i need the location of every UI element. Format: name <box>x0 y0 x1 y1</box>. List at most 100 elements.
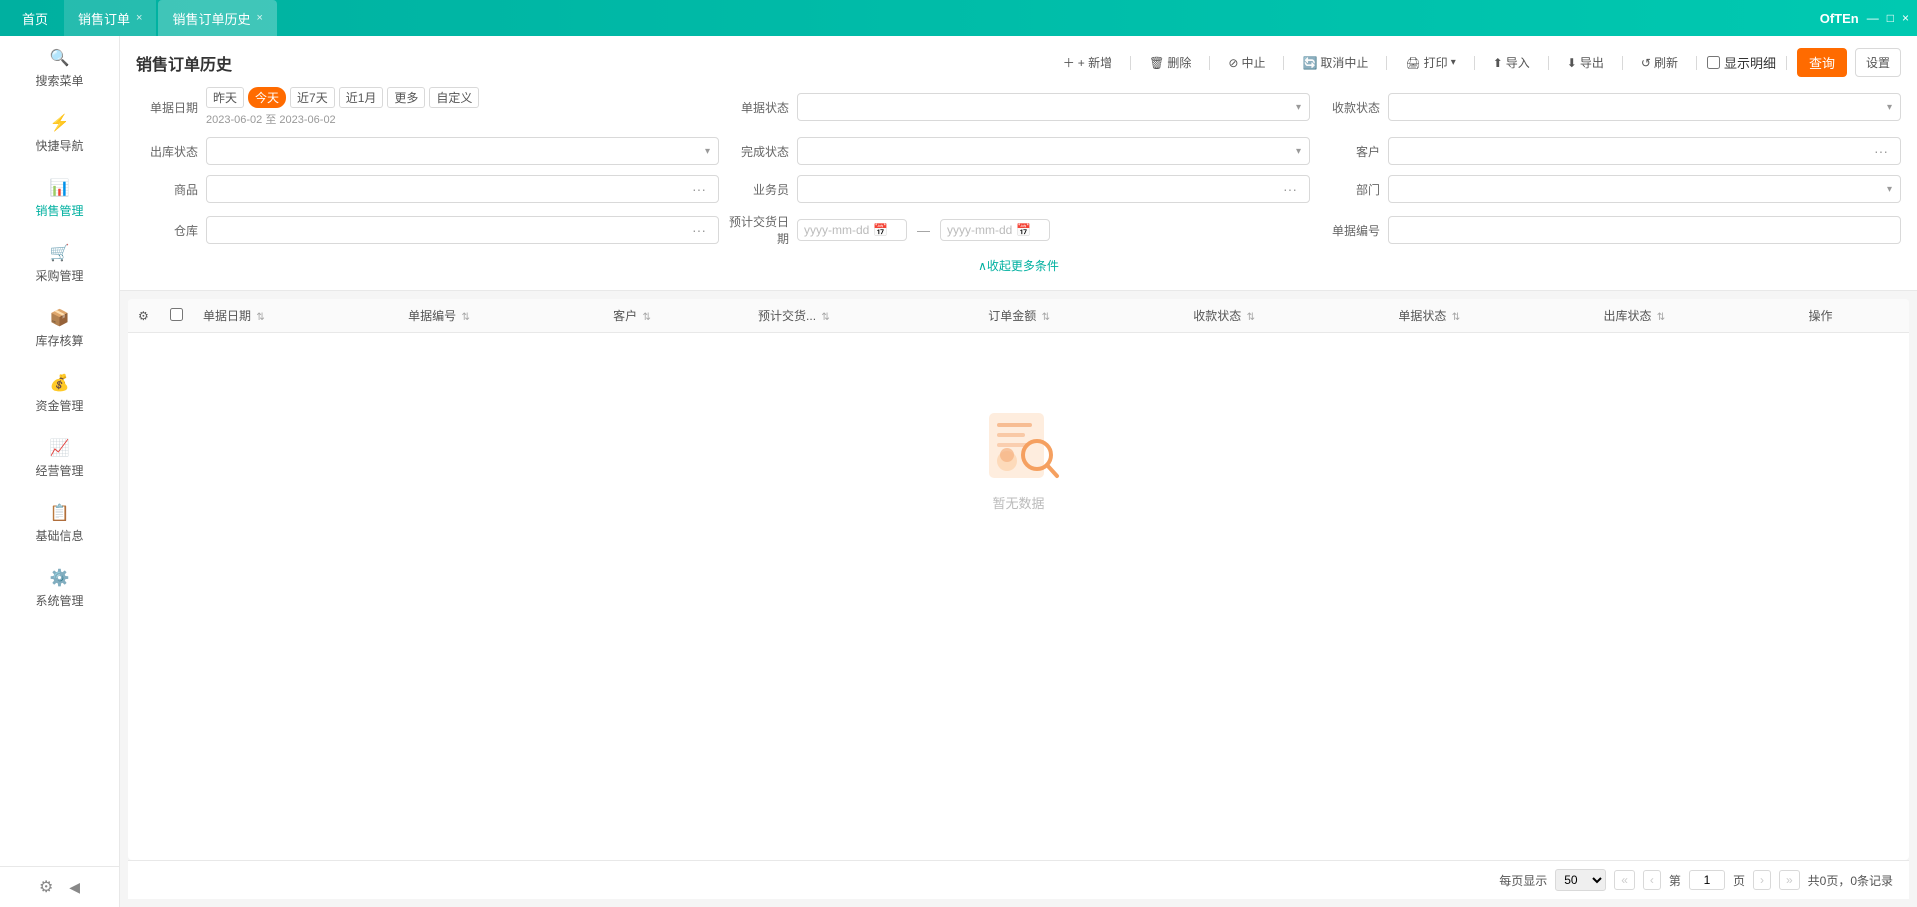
filter-area: 销售订单历史 ＋ + 新增 🗑 删除 ⊘ 中止 <box>120 36 1917 291</box>
sidebar-item-sales-mgmt[interactable]: 📊 销售管理 <box>0 166 119 231</box>
sidebar-item-sys-mgmt[interactable]: ⚙️ 系统管理 <box>0 556 119 621</box>
go-to-label: 第 <box>1669 872 1681 889</box>
customer-ellipsis[interactable]: ··· <box>1870 141 1892 161</box>
sidebar-item-basic-info[interactable]: 📋 基础信息 <box>0 491 119 556</box>
th-settings[interactable]: ⚙ <box>128 299 160 333</box>
th-action: 操作 <box>1799 299 1909 333</box>
inventory-icon: 📦 <box>50 308 70 328</box>
salesperson-label: 业务员 <box>727 181 797 198</box>
goods-field[interactable]: ··· <box>206 175 719 203</box>
delivery-date-to[interactable]: yyyy-mm-dd 📅 <box>940 219 1050 241</box>
th-date[interactable]: 单据日期 ⇅ <box>193 299 398 333</box>
tab-sales-order[interactable]: 销售订单 × <box>64 0 156 36</box>
date-btn-more[interactable]: 更多 <box>387 87 425 108</box>
receipt-status-select[interactable]: ▾ <box>1388 93 1901 121</box>
tab-home[interactable]: 首页 <box>8 0 62 36</box>
filter-row-3: 商品 ··· 业务员 ··· 部门 <box>136 175 1901 203</box>
page-title-row: 销售订单历史 ＋ + 新增 🗑 删除 ⊘ 中止 <box>136 48 1901 77</box>
settings-button[interactable]: 设置 <box>1855 48 1901 77</box>
sidebar-item-quick-nav[interactable]: ⚡ 快捷导航 <box>0 101 119 166</box>
print-button[interactable]: 🖨 打印 ▾ <box>1397 50 1463 75</box>
delete-button[interactable]: 🗑 删除 <box>1141 50 1199 75</box>
salesperson-field[interactable]: ··· <box>797 175 1310 203</box>
delivery-date-from[interactable]: yyyy-mm-dd 📅 <box>797 219 907 241</box>
cancel-stop-button[interactable]: 🔄 取消中止 <box>1294 50 1376 75</box>
goods-ellipsis[interactable]: ··· <box>688 179 710 199</box>
th-doc-status[interactable]: 单据状态 ⇅ <box>1388 299 1593 333</box>
date-btn-custom[interactable]: 自定义 <box>429 87 479 108</box>
tab-sales-order-history-close[interactable]: × <box>256 12 262 24</box>
first-page-btn[interactable]: « <box>1614 870 1635 890</box>
toolbar-divider-7 <box>1622 56 1623 70</box>
th-amount-label: 订单金额 <box>988 309 1036 323</box>
stop-label: 中止 <box>1241 54 1265 71</box>
date-btn-yesterday[interactable]: 昨天 <box>206 87 244 108</box>
sidebar: 🔍 搜索菜单 ⚡ 快捷导航 📊 销售管理 🛒 采购管理 📦 库存核算 💰 资金管… <box>0 36 120 907</box>
export-button[interactable]: ⬇ 导出 <box>1559 50 1612 75</box>
sidebar-item-inventory[interactable]: 📦 库存核算 <box>0 296 119 361</box>
brand-label: OfTEn <box>1820 11 1859 26</box>
page-input[interactable] <box>1689 870 1725 890</box>
sidebar-footer: ⚙ ◀ <box>0 866 119 907</box>
sidebar-item-purchase-mgmt[interactable]: 🛒 采购管理 <box>0 231 119 296</box>
search-menu-icon: 🔍 <box>50 48 70 68</box>
sidebar-settings-icon[interactable]: ⚙ <box>39 877 53 897</box>
stop-button[interactable]: ⊘ 中止 <box>1220 50 1273 75</box>
th-customer-sort-icon: ⇅ <box>643 312 651 323</box>
doc-status-select[interactable]: ▾ <box>797 93 1310 121</box>
empty-text: 暂无数据 <box>992 493 1044 512</box>
display-detail-checkbox[interactable] <box>1707 56 1720 69</box>
minimize-btn[interactable]: — <box>1867 11 1879 25</box>
th-outbound-status[interactable]: 出库状态 ⇅ <box>1593 299 1798 333</box>
sidebar-item-operations-label: 经营管理 <box>35 462 83 479</box>
restore-btn[interactable]: □ <box>1887 11 1894 25</box>
date-btn-1month[interactable]: 近1月 <box>339 87 384 108</box>
select-all-checkbox[interactable] <box>170 308 183 321</box>
dept-select[interactable]: ▾ <box>1388 175 1901 203</box>
complete-label: 完成状态 <box>727 143 797 160</box>
next-page-btn[interactable]: › <box>1753 870 1771 890</box>
close-btn[interactable]: × <box>1902 11 1909 25</box>
display-detail-label: 显示明细 <box>1724 53 1776 72</box>
receipt-status-arrow: ▾ <box>1887 102 1892 113</box>
collapse-row[interactable]: ∧ 收起更多条件 <box>136 253 1901 278</box>
doc-num-field[interactable] <box>1388 216 1901 244</box>
salesperson-ellipsis[interactable]: ··· <box>1279 179 1301 199</box>
receipt-status-filter-cell: 收款状态 ▾ <box>1318 87 1901 127</box>
sidebar-collapse-icon[interactable]: ◀ <box>69 879 80 896</box>
new-button[interactable]: ＋ + 新增 <box>1055 50 1120 75</box>
outbound-select[interactable]: ▾ <box>206 137 719 165</box>
customer-filter-cell: 客户 ··· <box>1318 137 1901 165</box>
doc-num-input[interactable] <box>1397 223 1892 237</box>
date-btn-today[interactable]: 今天 <box>248 87 286 108</box>
th-delivery-date[interactable]: 预计交货... ⇅ <box>748 299 978 333</box>
tab-sales-order-history[interactable]: 销售订单历史 × <box>158 0 276 36</box>
th-check[interactable] <box>160 299 193 333</box>
cancel-stop-icon: 🔄 <box>1302 56 1317 70</box>
sys-mgmt-icon: ⚙️ <box>50 568 70 588</box>
filter-row-4: 仓库 ··· 预计交货日期 yyyy-mm-dd 📅 — <box>136 213 1901 247</box>
sidebar-item-search-menu[interactable]: 🔍 搜索菜单 <box>0 36 119 101</box>
doc-num-label: 单据编号 <box>1318 222 1388 239</box>
query-button[interactable]: 查询 <box>1797 48 1847 77</box>
sidebar-item-finance[interactable]: 💰 资金管理 <box>0 361 119 426</box>
refresh-button[interactable]: ↺ 刷新 <box>1633 50 1686 75</box>
toolbar-divider-6 <box>1548 56 1549 70</box>
date-btn-7days[interactable]: 近7天 <box>290 87 335 108</box>
complete-select[interactable]: ▾ <box>797 137 1310 165</box>
import-button[interactable]: ⬆ 导入 <box>1485 50 1538 75</box>
customer-field[interactable]: ··· <box>1388 137 1901 165</box>
tab-sales-order-close[interactable]: × <box>136 12 142 24</box>
sidebar-item-operations[interactable]: 📈 经营管理 <box>0 426 119 491</box>
th-receipt-status[interactable]: 收款状态 ⇅ <box>1183 299 1388 333</box>
page-size-select[interactable]: 50 10 20 100 <box>1555 869 1606 891</box>
warehouse-field[interactable]: ··· <box>206 216 719 244</box>
th-doc-num[interactable]: 单据编号 ⇅ <box>398 299 603 333</box>
last-page-btn[interactable]: » <box>1779 870 1800 890</box>
warehouse-ellipsis[interactable]: ··· <box>688 220 710 240</box>
th-customer[interactable]: 客户 ⇅ <box>603 299 748 333</box>
prev-page-btn[interactable]: ‹ <box>1643 870 1661 890</box>
th-action-label: 操作 <box>1809 309 1833 323</box>
th-amount[interactable]: 订单金额 ⇅ <box>978 299 1183 333</box>
display-detail-checkbox-label[interactable]: 显示明细 <box>1707 53 1776 72</box>
